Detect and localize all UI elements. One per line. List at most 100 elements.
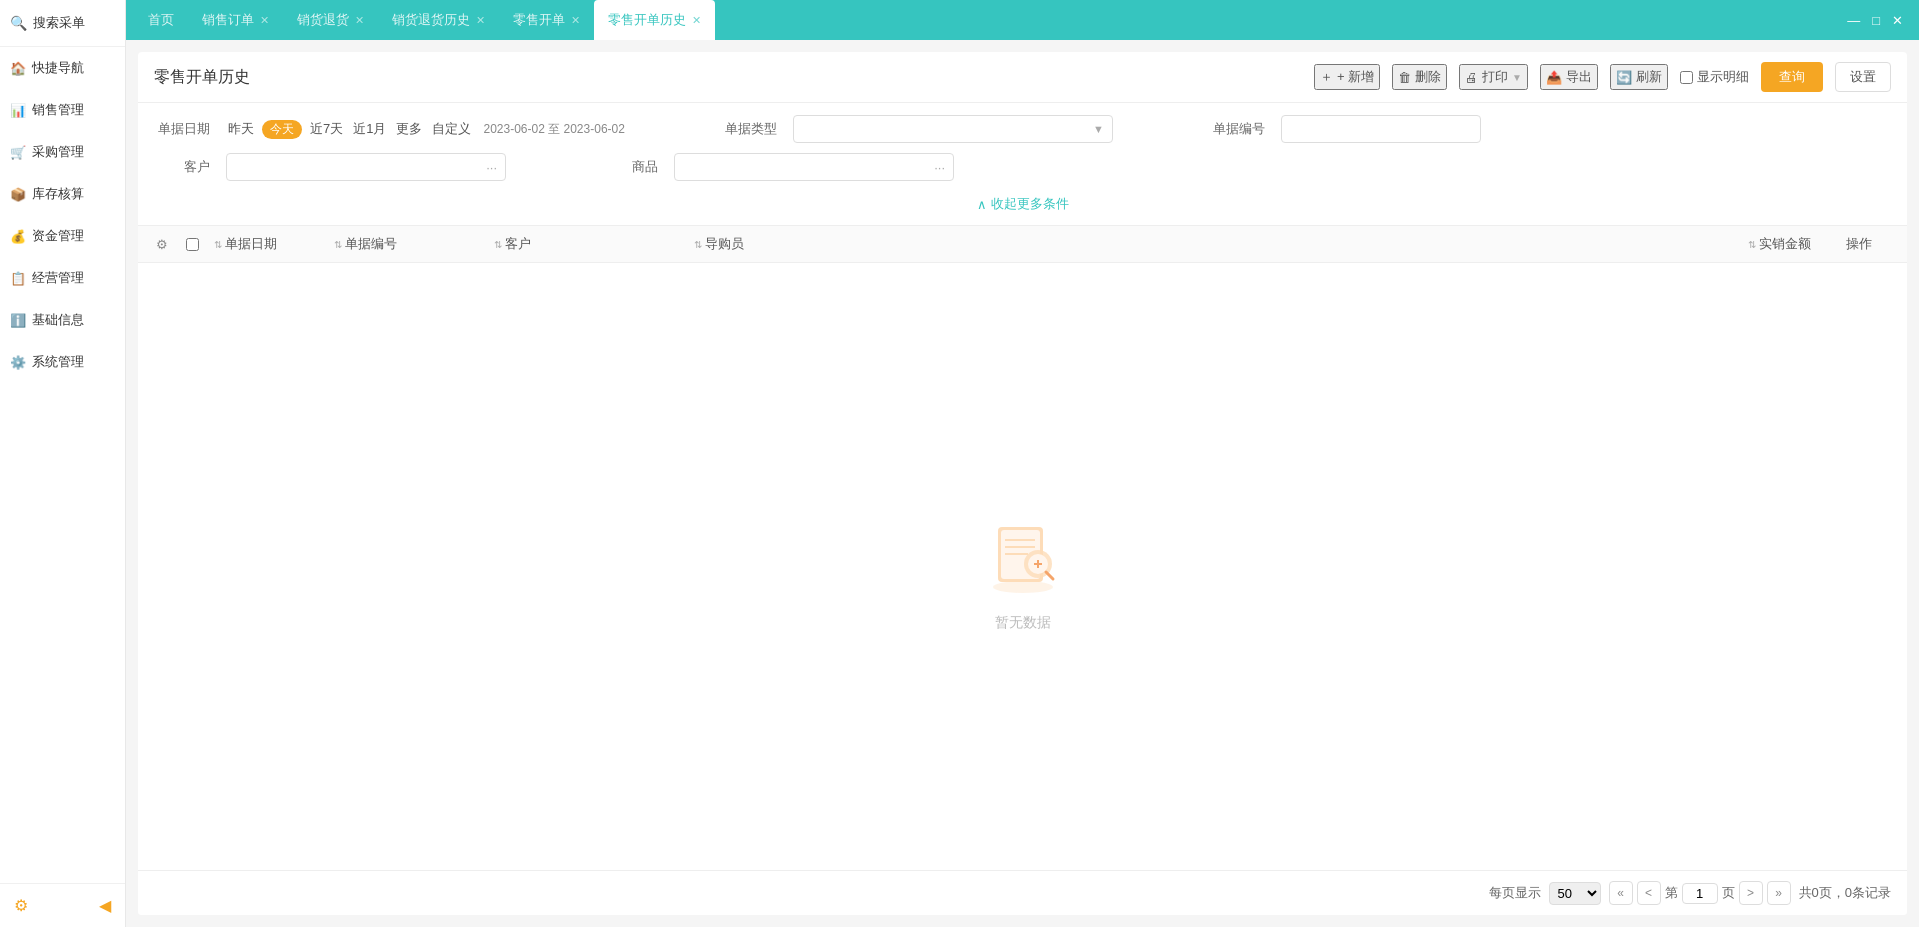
add-icon: ＋ (1320, 68, 1333, 86)
tab-retail-history[interactable]: 零售开单历史 ✕ (594, 0, 715, 40)
show-detail-checkbox[interactable] (1680, 71, 1693, 84)
sidebar-search[interactable]: 🔍 搜索采单 (0, 0, 125, 47)
type-select-arrow-icon: ▼ (1093, 123, 1104, 135)
date-range-value: 2023-06-02 至 2023-06-02 (483, 121, 624, 138)
print-button[interactable]: 🖨 打印 ▼ (1459, 64, 1528, 90)
delete-icon: 🗑 (1398, 70, 1411, 85)
sidebar-item-label: 基础信息 (32, 311, 84, 329)
show-detail-label-text: 显示明细 (1697, 68, 1749, 86)
delete-label: 删除 (1415, 68, 1441, 86)
sidebar-item-sales-mgmt[interactable]: 📊 销售管理 (0, 89, 125, 131)
sidebar-item-quick-nav[interactable]: 🏠 快捷导航 (0, 47, 125, 89)
sidebar-item-operations[interactable]: 📋 经营管理 (0, 257, 125, 299)
refresh-button[interactable]: 🔄 刷新 (1610, 64, 1668, 90)
collapse-more-btn[interactable]: ∧ 收起更多条件 (154, 191, 1891, 213)
th-num-label: 单据编号 (345, 235, 397, 253)
prev-page-button[interactable]: < (1637, 881, 1661, 905)
type-select[interactable]: ▼ (793, 115, 1113, 143)
tab-sales-return[interactable]: 销货退货 ✕ (283, 0, 378, 40)
th-customer[interactable]: ⇅ 客户 (486, 235, 686, 253)
tab-sales-return-history-label: 销货退货历史 (392, 11, 470, 29)
date-custom[interactable]: 自定义 (430, 119, 473, 139)
sort-icon: ⇅ (494, 239, 502, 250)
maximize-button[interactable]: □ (1872, 13, 1880, 28)
tab-retail-history-close[interactable]: ✕ (692, 14, 701, 27)
first-page-button[interactable]: « (1609, 881, 1633, 905)
customer-select[interactable]: ··· (226, 153, 506, 181)
th-action: 操作 (1819, 235, 1899, 253)
purchase-icon: 🛒 (10, 144, 26, 160)
tab-home-label: 首页 (148, 11, 174, 29)
select-all-checkbox[interactable] (186, 238, 199, 251)
date-today[interactable]: 今天 (262, 120, 302, 139)
collapse-label: 收起更多条件 (991, 195, 1069, 213)
toolbar: ＋ + 新增 🗑 删除 🖨 打印 ▼ 📤 导出 🔄 (1314, 62, 1891, 92)
filter-area: 单据日期 昨天 今天 近7天 近1月 更多 自定义 2023-06-02 至 2… (138, 103, 1907, 225)
tab-sales-return-history-close[interactable]: ✕ (476, 14, 485, 27)
date-7days[interactable]: 近7天 (308, 119, 345, 139)
add-button[interactable]: ＋ + 新增 (1314, 64, 1380, 90)
pagination: 每页显示 50 10 20 100 « < 第 页 > » 共0页，0条记录 (138, 870, 1907, 915)
per-page-select[interactable]: 50 10 20 100 (1549, 882, 1601, 905)
refresh-icon: 🔄 (1616, 70, 1632, 85)
page-header: 零售开单历史 ＋ + 新增 🗑 删除 🖨 打印 ▼ 📤 导出 (138, 52, 1907, 103)
sidebar-item-label: 快捷导航 (32, 59, 84, 77)
tab-retail-open-close[interactable]: ✕ (571, 14, 580, 27)
tab-sales-order[interactable]: 销售订单 ✕ (188, 0, 283, 40)
collapse-sidebar-icon[interactable]: ◀ (99, 896, 111, 915)
product-select[interactable]: ··· (674, 153, 954, 181)
tab-sales-return-history[interactable]: 销货退货历史 ✕ (378, 0, 499, 40)
th-amount[interactable]: ⇅ 实销金额 (806, 235, 1819, 253)
sidebar-item-finance[interactable]: 💰 资金管理 (0, 215, 125, 257)
num-input[interactable] (1281, 115, 1481, 143)
close-button[interactable]: ✕ (1892, 13, 1903, 28)
window-controls: — □ ✕ (1847, 13, 1911, 28)
page-input[interactable] (1682, 883, 1718, 904)
date-label: 单据日期 (154, 120, 210, 138)
tab-home[interactable]: 首页 (134, 0, 188, 40)
pagination-total: 共0页，0条记录 (1799, 884, 1891, 902)
sidebar: 🔍 搜索采单 🏠 快捷导航 📊 销售管理 🛒 采购管理 📦 库存核算 💰 资金管… (0, 0, 126, 927)
date-1month[interactable]: 近1月 (351, 119, 388, 139)
add-label: + 新增 (1337, 68, 1374, 86)
gear-icon[interactable]: ⚙ (14, 896, 28, 915)
th-date[interactable]: ⇅ 单据日期 (206, 235, 326, 253)
home-icon: 🏠 (10, 60, 26, 76)
product-dots[interactable]: ··· (934, 160, 945, 175)
page-content: 零售开单历史 ＋ + 新增 🗑 删除 🖨 打印 ▼ 📤 导出 (126, 40, 1919, 927)
date-yesterday[interactable]: 昨天 (226, 119, 256, 139)
tab-retail-open[interactable]: 零售开单 ✕ (499, 0, 594, 40)
sidebar-item-purchase-mgmt[interactable]: 🛒 采购管理 (0, 131, 125, 173)
minimize-button[interactable]: — (1847, 13, 1860, 28)
svg-line-8 (1046, 572, 1053, 579)
date-more[interactable]: 更多 (394, 119, 424, 139)
sidebar-item-inventory[interactable]: 📦 库存核算 (0, 173, 125, 215)
sidebar-search-label: 搜索采单 (33, 14, 85, 32)
sort-icon: ⇅ (214, 239, 222, 250)
tab-sales-return-close[interactable]: ✕ (355, 14, 364, 27)
table-settings-btn[interactable]: ⚙ (146, 237, 178, 252)
export-label: 导出 (1566, 68, 1592, 86)
sidebar-item-sys-mgmt[interactable]: ⚙️ 系统管理 (0, 341, 125, 383)
settings-button[interactable]: 设置 (1835, 62, 1891, 92)
tab-sales-order-close[interactable]: ✕ (260, 14, 269, 27)
page-suffix: 页 (1722, 884, 1735, 902)
type-label: 单据类型 (721, 120, 777, 138)
tab-bar: 首页 销售订单 ✕ 销货退货 ✕ 销货退货历史 ✕ 零售开单 ✕ 零售开单历史 … (126, 0, 1919, 40)
tab-retail-history-label: 零售开单历史 (608, 11, 686, 29)
th-guide[interactable]: ⇅ 导购员 (686, 235, 806, 253)
th-guide-label: 导购员 (705, 235, 744, 253)
th-num[interactable]: ⇅ 单据编号 (326, 235, 486, 253)
table-select-all[interactable] (178, 238, 206, 251)
export-button[interactable]: 📤 导出 (1540, 64, 1598, 90)
sidebar-item-basic-info[interactable]: ℹ️ 基础信息 (0, 299, 125, 341)
product-label: 商品 (602, 158, 658, 176)
delete-button[interactable]: 🗑 删除 (1392, 64, 1447, 90)
customer-dots[interactable]: ··· (486, 160, 497, 175)
query-button[interactable]: 查询 (1761, 62, 1823, 92)
next-page-button[interactable]: > (1739, 881, 1763, 905)
search-icon: 🔍 (10, 15, 27, 31)
export-icon: 📤 (1546, 70, 1562, 85)
show-detail-toggle[interactable]: 显示明细 (1680, 68, 1749, 86)
last-page-button[interactable]: » (1767, 881, 1791, 905)
